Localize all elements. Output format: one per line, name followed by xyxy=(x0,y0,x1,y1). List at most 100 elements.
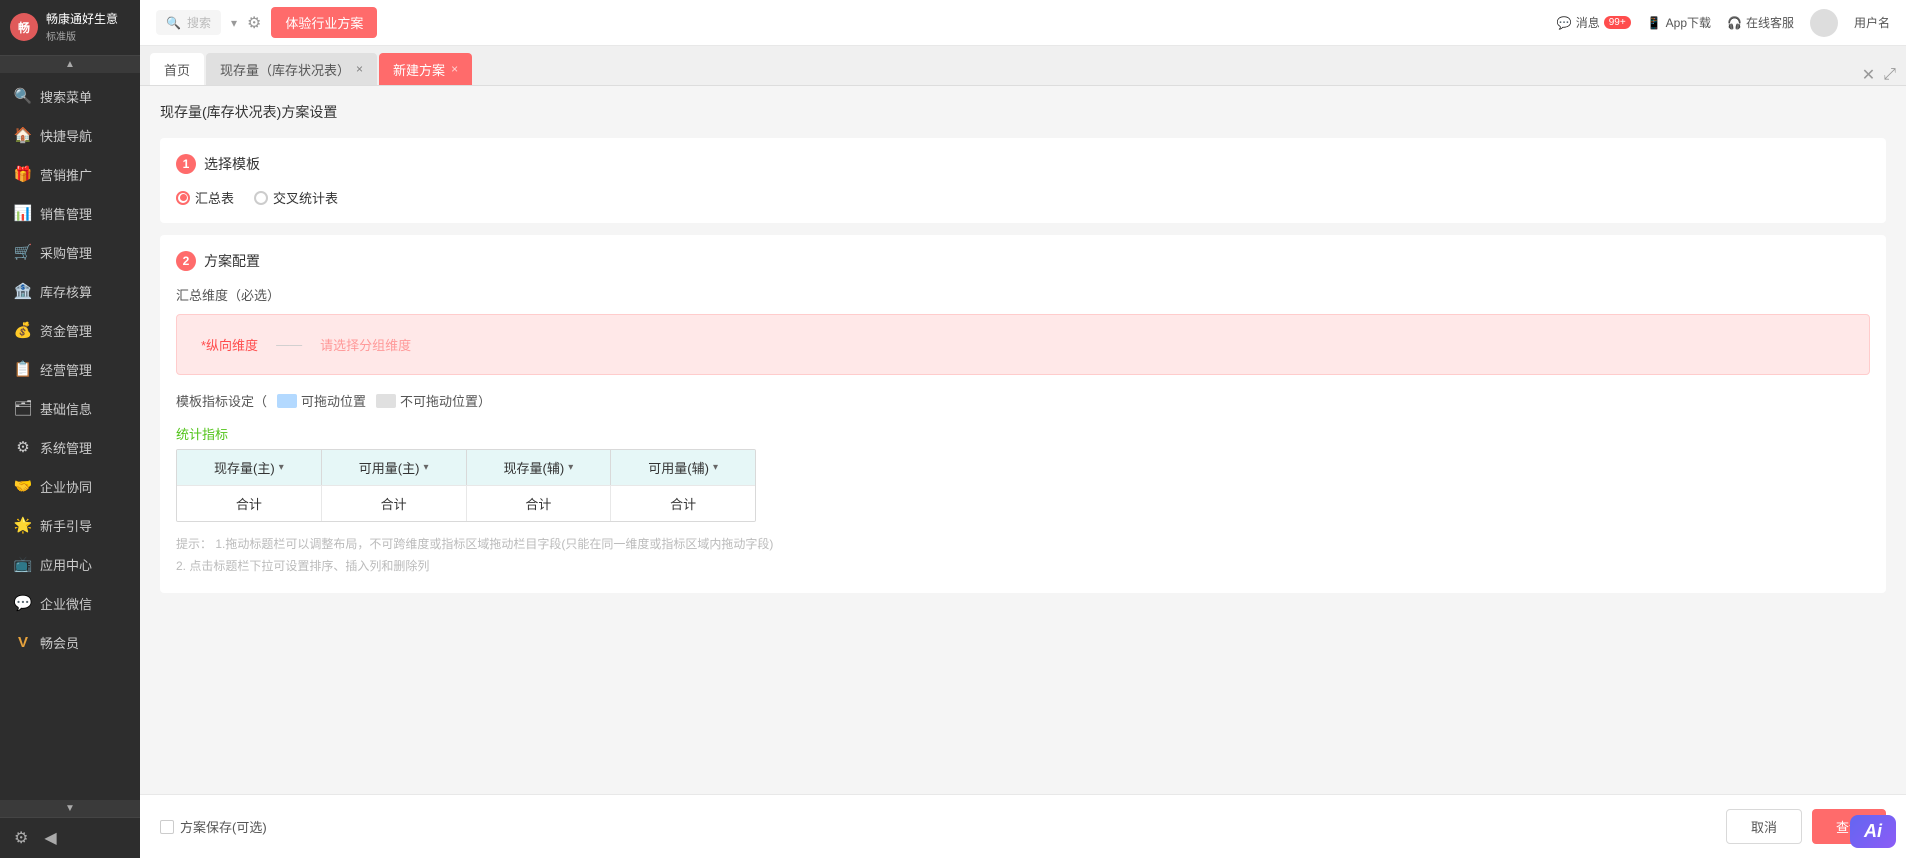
step1-section: 1 选择模板 汇总表 交叉统计表 xyxy=(160,138,1886,223)
dim-placeholder[interactable]: 请选择分组维度 xyxy=(320,335,411,354)
stats-cell-4: 合计 xyxy=(611,486,755,521)
stats-cell-1: 合计 xyxy=(177,486,322,521)
sidebar-item-marketing[interactable]: 🎁 营销推广 xyxy=(0,155,140,194)
tab-home-label: 首页 xyxy=(164,60,190,79)
msg-label: 消息 xyxy=(1576,14,1600,31)
sidebar-item-collab[interactable]: 🤝 企业协同 xyxy=(0,467,140,506)
window-expand-btn[interactable]: ⤢ xyxy=(1883,66,1896,84)
sidebar-item-weixin[interactable]: 💬 企业微信 xyxy=(0,584,140,623)
app-icon: 📱 xyxy=(1647,16,1662,30)
sidebar-scroll-up[interactable]: ▲ xyxy=(0,56,140,73)
sidebar-item-label-finance: 资金管理 xyxy=(40,321,92,340)
sidebar-item-newguide[interactable]: 🌟 新手引导 xyxy=(0,506,140,545)
sidebar-item-label-purchase: 采购管理 xyxy=(40,243,92,262)
save-option[interactable]: 方案保存(可选) xyxy=(160,817,267,836)
draggable-indicator: 可拖动位置 xyxy=(277,391,366,410)
chevron-down-icon-3: ▾ xyxy=(568,462,573,473)
sidebar-bottom: ⚙ ◀ xyxy=(0,817,140,858)
sidebar-item-label-weixin: 企业微信 xyxy=(40,594,92,613)
sidebar-item-label-system: 系统管理 xyxy=(40,438,92,457)
step1-header: 1 选择模板 xyxy=(176,154,1870,174)
sidebar-item-quicknav[interactable]: 🏠 快捷导航 xyxy=(0,116,140,155)
trial-btn[interactable]: 体验行业方案 xyxy=(271,7,377,38)
sidebar-collapse-icon[interactable]: ◀ xyxy=(44,828,56,848)
drag-box-blue xyxy=(277,394,297,408)
home-icon: 🏠 xyxy=(14,126,32,144)
dimension-alert: *纵向维度 —— 请选择分组维度 xyxy=(176,314,1870,375)
stats-col-2[interactable]: 可用量(主) ▾ xyxy=(322,450,467,485)
gift-icon: 🎁 xyxy=(14,165,32,183)
search-icon: 🔍 xyxy=(14,87,32,105)
tab-newplan-close[interactable]: × xyxy=(451,62,458,76)
radio-crosstab[interactable]: 交叉统计表 xyxy=(254,188,338,207)
radio-crosstab-label: 交叉统计表 xyxy=(273,188,338,207)
topbar-msg[interactable]: 💬 消息 99+ xyxy=(1557,14,1631,31)
topbar-dropdown[interactable]: ▾ xyxy=(231,16,237,30)
search-placeholder: 搜索 xyxy=(187,14,211,31)
dim-divider: —— xyxy=(276,337,302,352)
save-label: 方案保存(可选) xyxy=(180,817,267,836)
chevron-down-icon-1: ▾ xyxy=(279,462,284,473)
sidebar-item-sales[interactable]: 📊 销售管理 xyxy=(0,194,140,233)
logo-text-block: 畅康通好生意 标准版 xyxy=(46,12,118,43)
not-draggable-indicator: 不可拖动位置） xyxy=(376,391,491,410)
tab-inventory[interactable]: 现存量（库存状况表） × xyxy=(206,53,377,85)
sidebar-item-purchase[interactable]: 🛒 采购管理 xyxy=(0,233,140,272)
stats-col-4[interactable]: 可用量(辅) ▾ xyxy=(611,450,755,485)
stats-cell-2: 合计 xyxy=(322,486,467,521)
step1-badge: 1 xyxy=(176,154,196,174)
window-close-btn[interactable]: ✕ xyxy=(1862,65,1875,85)
finance-icon: 💰 xyxy=(14,321,32,339)
search-icon-topbar: 🔍 xyxy=(166,16,181,30)
step2-badge: 2 xyxy=(176,251,196,271)
stats-body-row: 合计 合计 合计 合计 xyxy=(177,485,755,521)
sidebar-item-system[interactable]: ⚙ 系统管理 xyxy=(0,428,140,467)
content-area: 现存量(库存状况表)方案设置 1 选择模板 汇总表 交叉统计表 2 xyxy=(140,86,1906,794)
sidebar-settings-icon[interactable]: ⚙ xyxy=(14,828,28,848)
topbar-username: 用户名 xyxy=(1854,14,1890,31)
sidebar-item-member[interactable]: V 畅会员 xyxy=(0,623,140,662)
sidebar-item-finance[interactable]: 💰 资金管理 xyxy=(0,311,140,350)
sidebar-item-label-basicinfo: 基础信息 xyxy=(40,399,92,418)
collab-icon: 🤝 xyxy=(14,477,32,495)
not-draggable-label: 不可拖动位置） xyxy=(400,391,491,410)
topbar-avatar xyxy=(1810,9,1838,37)
ai-badge[interactable]: Ai xyxy=(1850,815,1896,848)
sidebar-item-basicinfo[interactable]: 🗂 基础信息 xyxy=(0,389,140,428)
tab-window-btns: ✕ ⤢ xyxy=(1862,65,1896,85)
guide-icon: 🌟 xyxy=(14,516,32,534)
hint-line-2: 2. 点击标题栏下拉可设置排序、插入列和删除列 xyxy=(176,556,1870,578)
sidebar-item-label-quicknav: 快捷导航 xyxy=(40,126,92,145)
sidebar-scroll-down[interactable]: ▼ xyxy=(0,800,140,817)
hint-line-1: 提示： 1.拖动标题栏可以调整布局，不可跨维度或指标区域拖动栏目字段(只能在同一… xyxy=(176,534,1870,556)
stats-label: 统计指标 xyxy=(176,424,1870,443)
sales-icon: 📊 xyxy=(14,204,32,222)
save-checkbox[interactable] xyxy=(160,820,174,834)
sidebar-item-management[interactable]: 📋 经营管理 xyxy=(0,350,140,389)
tab-newplan[interactable]: 新建方案 × xyxy=(379,53,472,85)
radio-summary-label: 汇总表 xyxy=(195,188,234,207)
sidebar-item-inventory[interactable]: 🏦 库存核算 xyxy=(0,272,140,311)
sidebar-item-label-marketing: 营销推广 xyxy=(40,165,92,184)
service-label: 在线客服 xyxy=(1746,14,1794,31)
stats-col-1[interactable]: 现存量(主) ▾ xyxy=(177,450,322,485)
tab-inventory-close[interactable]: × xyxy=(356,62,363,76)
topbar-search[interactable]: 🔍 搜索 xyxy=(156,10,221,35)
topbar-gear-icon[interactable]: ⚙ xyxy=(247,13,261,33)
tab-home[interactable]: 首页 xyxy=(150,53,204,85)
sidebar-item-label-collab: 企业协同 xyxy=(40,477,92,496)
cancel-button[interactable]: 取消 xyxy=(1726,809,1802,844)
app-name: 畅康通好生意 xyxy=(46,12,118,28)
app-label: App下载 xyxy=(1666,14,1711,31)
logo-icon: 畅 xyxy=(10,13,38,41)
topbar-app[interactable]: 📱 App下载 xyxy=(1647,14,1711,31)
topbar-service[interactable]: 🎧 在线客服 xyxy=(1727,14,1794,31)
radio-summary[interactable]: 汇总表 xyxy=(176,188,234,207)
topbar: 🔍 搜索 ▾ ⚙ 体验行业方案 💬 消息 99+ 📱 App下载 🎧 在线客服 … xyxy=(140,0,1906,46)
stats-col-3[interactable]: 现存量(辅) ▾ xyxy=(467,450,612,485)
sidebar-item-search[interactable]: 🔍 搜索菜单 xyxy=(0,77,140,116)
dimension-label: 汇总维度（必选） xyxy=(176,285,1870,304)
sidebar-item-label-appcenter: 应用中心 xyxy=(40,555,92,574)
sidebar-item-label-member: 畅会员 xyxy=(40,633,79,652)
sidebar-item-appcenter[interactable]: 📺 应用中心 xyxy=(0,545,140,584)
